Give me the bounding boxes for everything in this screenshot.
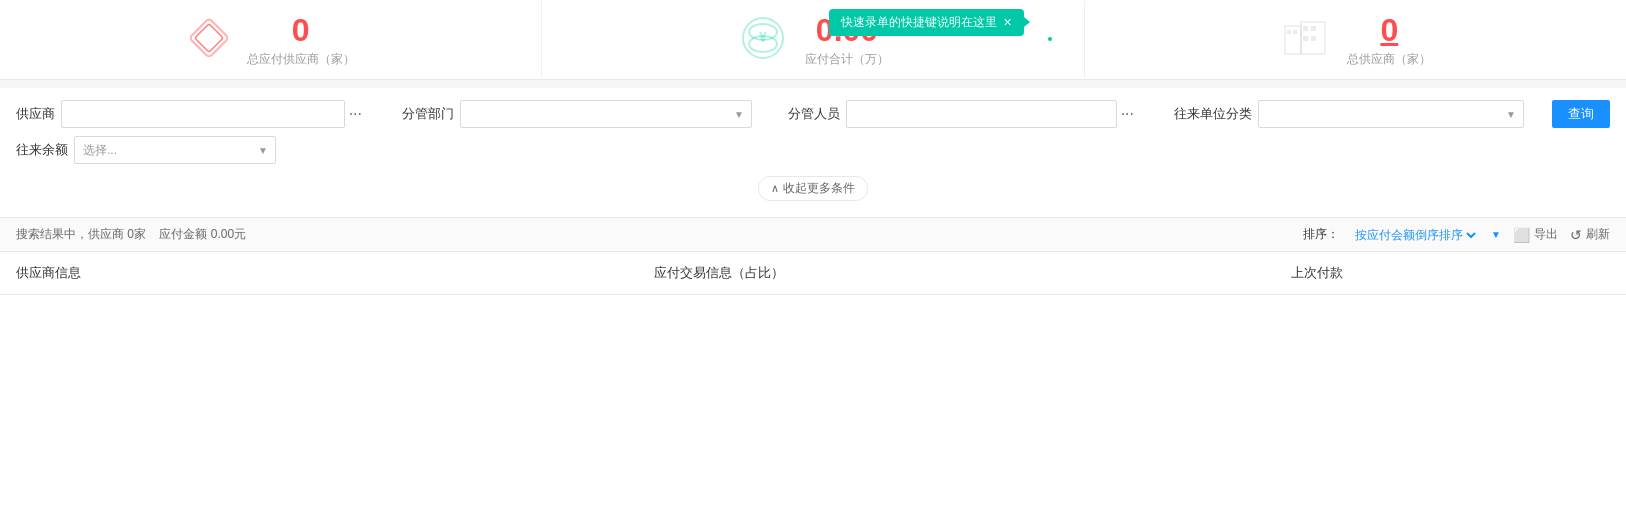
svg-rect-12 xyxy=(1303,36,1308,41)
results-info: 搜索结果中，供应商 0家 应付金额 0.00元 xyxy=(16,226,246,243)
coin-logo: ¥ xyxy=(737,12,789,67)
table-body xyxy=(0,295,1626,515)
sort-select[interactable]: 按应付会额倒序排序 xyxy=(1351,227,1479,243)
tooltip-indicator xyxy=(1046,35,1054,43)
search-prefix: 搜索结果中，供应商 xyxy=(16,227,124,241)
stat-total-suppliers: 0 总供应商（家） xyxy=(1085,1,1626,78)
supplier-more-button[interactable]: ··· xyxy=(345,105,366,123)
export-label: 导出 xyxy=(1534,226,1558,243)
svg-rect-8 xyxy=(1287,30,1291,34)
supplier-count: 0家 xyxy=(127,227,146,241)
svg-rect-10 xyxy=(1303,26,1308,31)
collapse-up-icon: ∧ xyxy=(771,182,779,195)
balance-select-wrapper: 选择... ▼ xyxy=(74,136,276,164)
person-filter: 分管人员 ··· xyxy=(788,100,1138,128)
total-payable-value: 0 xyxy=(247,11,355,49)
building-logo xyxy=(1279,18,1331,61)
person-more-button[interactable]: ··· xyxy=(1117,105,1138,123)
refresh-icon: ↺ xyxy=(1570,227,1582,243)
department-filter: 分管部门 ▼ xyxy=(402,100,752,128)
diamond-icon xyxy=(187,16,231,60)
coin-icon: ¥ xyxy=(737,12,789,64)
department-select-wrapper: ▼ xyxy=(460,100,752,128)
unit-category-filter: 往来单位分类 ▼ xyxy=(1174,100,1524,128)
search-results-text: 搜索结果中，供应商 0家 应付金额 0.00元 xyxy=(16,226,246,243)
filter-row-1: 供应商 ··· 分管部门 ▼ 分管人员 ··· 往来单位分类 xyxy=(16,100,1610,128)
unit-category-label: 往来单位分类 xyxy=(1174,105,1252,123)
export-icon: ⬜ xyxy=(1513,227,1530,243)
balance-label: 往来余额 xyxy=(16,141,68,159)
col-supplier-header: 供应商信息 xyxy=(16,264,654,282)
supplier-label: 供应商 xyxy=(16,105,55,123)
tooltip-text: 快速录单的快捷键说明在这里 xyxy=(841,14,997,31)
department-select[interactable] xyxy=(460,100,752,128)
department-label: 分管部门 xyxy=(402,105,454,123)
stat-payable-total: ¥ 0.00 应付合计（万） 快速录单的快捷键说明在这里 × xyxy=(542,1,1084,78)
collapse-label: 收起更多条件 xyxy=(783,180,855,197)
shortcut-tooltip: 快速录单的快捷键说明在这里 × xyxy=(829,9,1023,36)
col-payment-header: 上次付款 xyxy=(1291,264,1610,282)
payable-total-label: 应付合计（万） xyxy=(805,51,889,68)
export-button[interactable]: ⬜ 导出 xyxy=(1513,226,1558,243)
results-actions: 排序： 按应付会额倒序排序 ▼ ⬜ 导出 ↺ 刷新 xyxy=(1303,226,1610,243)
filter-section: 供应商 ··· 分管部门 ▼ 分管人员 ··· 往来单位分类 xyxy=(0,88,1626,218)
amount-value: 0.00元 xyxy=(211,227,246,241)
sort-label: 排序： xyxy=(1303,226,1339,243)
person-label: 分管人员 xyxy=(788,105,840,123)
building-icon xyxy=(1279,18,1331,58)
filter-row-2: 往来余额 选择... ▼ xyxy=(16,136,1610,164)
unit-category-select[interactable] xyxy=(1258,100,1524,128)
amount-label: 应付金额 xyxy=(159,227,207,241)
diamond-logo xyxy=(187,16,231,63)
total-suppliers-value: 0 xyxy=(1347,11,1431,49)
svg-rect-13 xyxy=(1311,36,1316,41)
sort-chevron-icon: ▼ xyxy=(1491,229,1501,240)
refresh-label: 刷新 xyxy=(1586,226,1610,243)
total-payable-label: 总应付供应商（家） xyxy=(247,51,355,68)
stats-bar: 0 总应付供应商（家） ¥ 0.00 应付合计（万） 快速录单的快捷键说明在这 xyxy=(0,0,1626,80)
unit-category-select-wrapper: ▼ xyxy=(1258,100,1524,128)
svg-text:¥: ¥ xyxy=(759,29,767,45)
balance-select[interactable]: 选择... xyxy=(74,136,276,164)
balance-filter: 往来余额 选择... ▼ xyxy=(16,136,276,164)
supplier-input[interactable] xyxy=(61,100,345,128)
svg-rect-11 xyxy=(1311,26,1316,31)
total-suppliers-label: 总供应商（家） xyxy=(1347,51,1431,68)
results-bar: 搜索结果中，供应商 0家 应付金额 0.00元 排序： 按应付会额倒序排序 ▼ … xyxy=(0,218,1626,252)
collapse-bar: ∧ 收起更多条件 xyxy=(16,172,1610,209)
collapse-button[interactable]: ∧ 收起更多条件 xyxy=(758,176,868,201)
col-transaction-header: 应付交易信息（占比） xyxy=(654,264,1292,282)
person-input[interactable] xyxy=(846,100,1117,128)
query-button[interactable]: 查询 xyxy=(1552,100,1610,128)
tooltip-close-button[interactable]: × xyxy=(1003,15,1011,29)
table-header: 供应商信息 应付交易信息（占比） 上次付款 xyxy=(0,252,1626,295)
refresh-button[interactable]: ↺ 刷新 xyxy=(1570,226,1610,243)
stat-total-payable-suppliers: 0 总应付供应商（家） xyxy=(0,1,542,78)
svg-rect-9 xyxy=(1293,30,1297,34)
supplier-filter: 供应商 ··· xyxy=(16,100,366,128)
